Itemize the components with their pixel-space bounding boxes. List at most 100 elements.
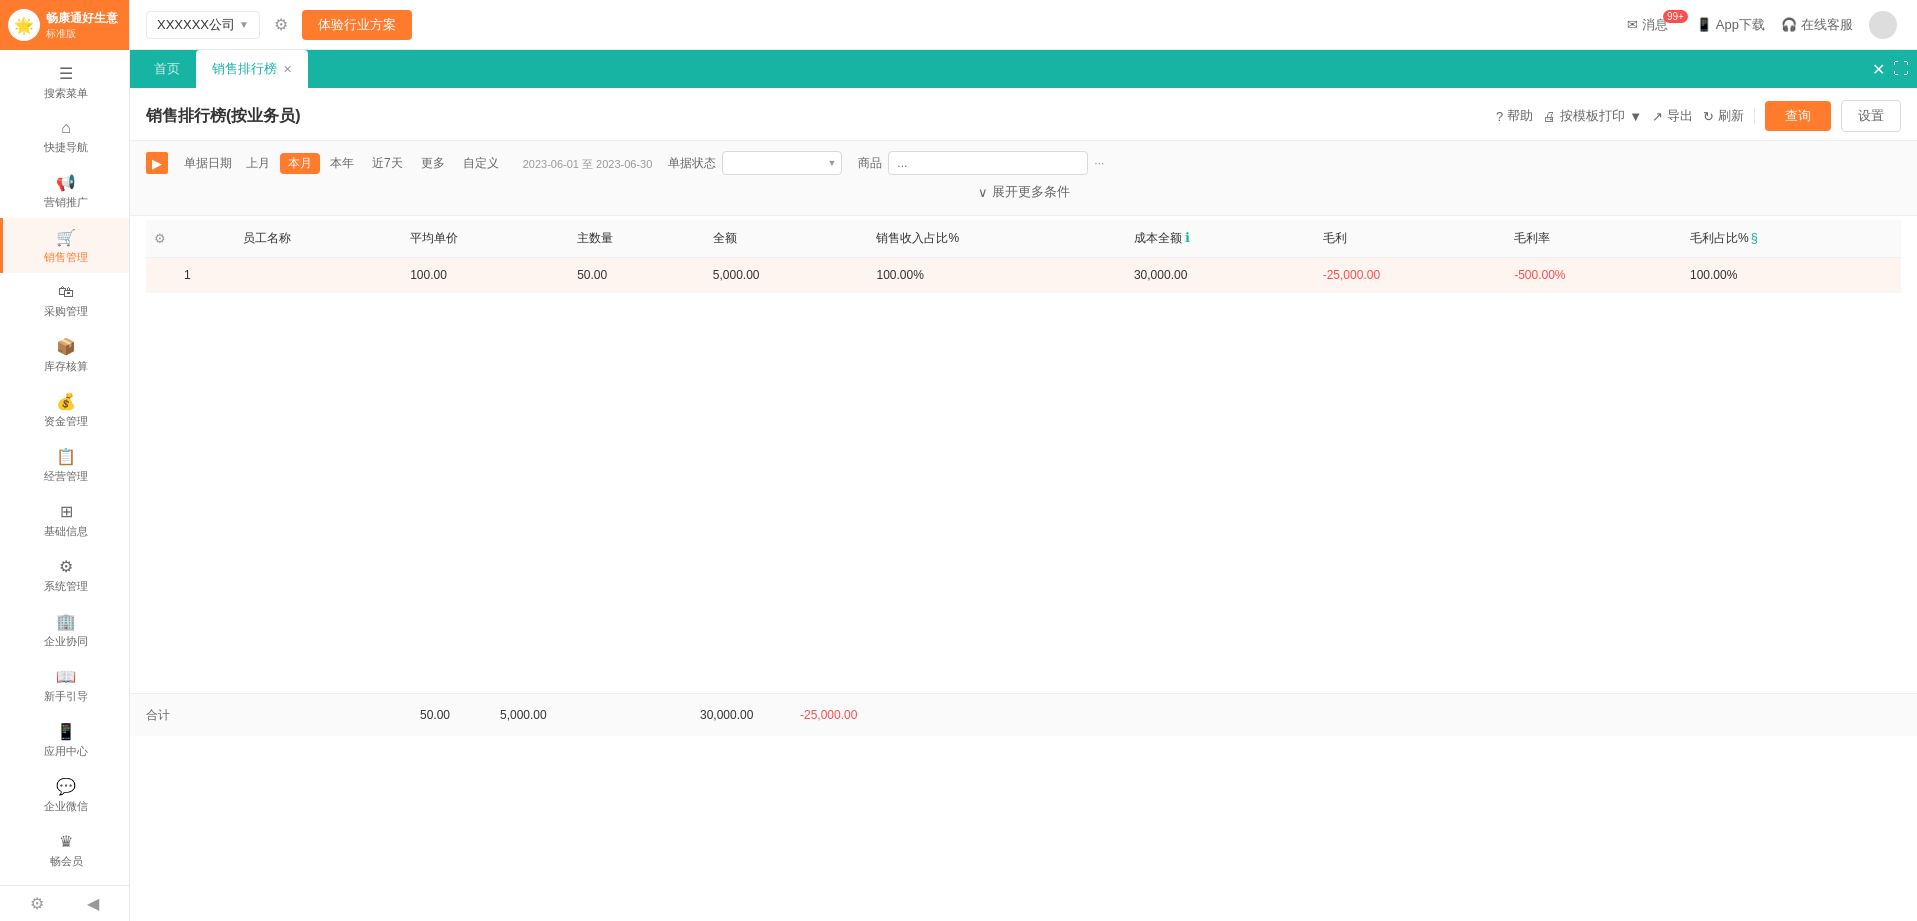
goods-input[interactable] <box>888 151 1088 175</box>
col-amount: 全额 <box>705 220 869 258</box>
sidebar-item-finance[interactable]: 💰 资金管理 <box>0 382 129 437</box>
column-settings-icon[interactable]: ⚙ <box>154 231 166 246</box>
query-button[interactable]: 查询 <box>1765 101 1831 131</box>
tabbar: 首页 销售排行榜 ✕ ✕ ⛶ <box>130 50 1917 88</box>
page-content: 销售排行榜(按业务员) ? 帮助 🖨 按模板打印 ▼ ↗ 导出 <box>130 88 1917 921</box>
basic-info-icon: ⊞ <box>60 502 73 521</box>
col-sales-ratio: 销售收入占比% <box>868 220 1125 258</box>
page-inner: 销售排行榜(按业务员) ? 帮助 🖨 按模板打印 ▼ ↗ 导出 <box>130 88 1917 921</box>
message-icon: ✉ <box>1627 17 1638 32</box>
sidebar-item-wechat[interactable]: 💬 企业微信 <box>0 767 129 822</box>
row-settings <box>146 258 176 293</box>
sidebar-item-inventory[interactable]: 📦 库存核算 <box>0 327 129 382</box>
company-name: XXXXXX公司 <box>157 16 235 34</box>
fullscreen-icon[interactable]: ⛶ <box>1893 60 1909 79</box>
footer-cost: 30,000.00 <box>692 704 792 726</box>
tab-sales-ranking[interactable]: 销售排行榜 ✕ <box>196 50 308 88</box>
content-spacer <box>130 293 1917 693</box>
sidebar-item-marketing[interactable]: 📢 营销推广 <box>0 163 129 218</box>
sidebar-item-operation[interactable]: 📋 经营管理 <box>0 437 129 492</box>
filter-date-group: 单据日期 上月 本月 本年 近7天 更多 自定义 <box>184 153 507 174</box>
message-btn[interactable]: ✉ 消息 99+ <box>1627 16 1680 34</box>
sidebar-item-sales[interactable]: 🛒 销售管理 <box>0 218 129 273</box>
gross-ratio-info-icon[interactable]: § <box>1751 230 1758 245</box>
search-order-icon: ☰ <box>59 64 73 83</box>
avatar <box>1869 11 1897 39</box>
col-gross: 毛利 <box>1315 220 1506 258</box>
date-tab-custom[interactable]: 自定义 <box>455 153 507 174</box>
logo-text: 畅康通好生意 标准版 <box>46 10 118 41</box>
col-employee: 员工名称 <box>235 220 402 258</box>
date-tab-last-month[interactable]: 上月 <box>238 153 278 174</box>
status-select[interactable] <box>722 151 842 175</box>
app-download-btn[interactable]: 📱 App下载 <box>1696 16 1765 34</box>
footer-gross: -25,000.00 <box>792 704 892 726</box>
page-header: 销售排行榜(按业务员) ? 帮助 🖨 按模板打印 ▼ ↗ 导出 <box>130 88 1917 141</box>
sidebar-item-search-order[interactable]: ☰ 搜索菜单 <box>0 54 129 109</box>
close-window-icon[interactable]: ✕ <box>1872 60 1885 79</box>
marketing-icon: 📢 <box>56 173 76 192</box>
goods-label: 商品 <box>858 155 882 172</box>
sidebar-item-guide[interactable]: 📖 新手引导 <box>0 657 129 712</box>
guide-icon: 📖 <box>56 667 76 686</box>
sidebar-item-app-center[interactable]: 📱 应用中心 <box>0 712 129 767</box>
wechat-icon: 💬 <box>56 777 76 796</box>
footer-amount: 5,000.00 <box>492 704 592 726</box>
user-avatar-btn[interactable] <box>1869 11 1901 39</box>
date-tab-this-year[interactable]: 本年 <box>322 153 362 174</box>
tab-close-icon[interactable]: ✕ <box>283 63 292 76</box>
filter-toggle[interactable]: ▶ <box>146 152 168 174</box>
date-tab-more[interactable]: 更多 <box>413 153 453 174</box>
print-button[interactable]: 🖨 按模板打印 ▼ <box>1543 107 1642 125</box>
main-content: XXXXXX公司 ▼ ⚙ 体验行业方案 ✉ 消息 99+ 📱 App下载 🎧 在… <box>130 0 1917 921</box>
row-quantity: 50.00 <box>569 258 705 293</box>
sales-ranking-tab-label: 销售排行榜 <box>212 60 277 78</box>
topbar-right: ✉ 消息 99+ 📱 App下载 🎧 在线客服 <box>1627 11 1901 39</box>
row-sales-ratio: 100.00% <box>868 258 1125 293</box>
sidebar-item-system[interactable]: ⚙ 系统管理 <box>0 547 129 602</box>
sidebar-item-member[interactable]: ♛ 畅会员 <box>0 822 129 877</box>
expand-conditions-row[interactable]: ∨ 展开更多条件 <box>146 179 1901 205</box>
col-avg-price: 平均单价 <box>402 220 569 258</box>
trial-button[interactable]: 体验行业方案 <box>302 10 412 40</box>
date-tab-this-month[interactable]: 本月 <box>280 153 320 174</box>
status-select-wrapper <box>722 151 842 175</box>
filter-area: ▶ 单据日期 上月 本月 本年 近7天 更多 自定义 <box>130 141 1917 216</box>
company-select[interactable]: XXXXXX公司 ▼ <box>146 11 260 39</box>
app-download-icon: 📱 <box>1696 17 1712 32</box>
cost-info-icon[interactable]: ℹ <box>1185 230 1190 245</box>
row-amount: 5,000.00 <box>705 258 869 293</box>
inventory-icon: 📦 <box>56 337 76 356</box>
sidebar-item-basic-info[interactable]: ⊞ 基础信息 <box>0 492 129 547</box>
expand-label: 展开更多条件 <box>992 183 1070 201</box>
tab-actions: ✕ ⛶ <box>1872 60 1909 79</box>
action-divider <box>1754 108 1755 124</box>
date-tab-7days[interactable]: 近7天 <box>364 153 411 174</box>
status-label: 单据状态 <box>668 155 716 172</box>
row-gross-ratio: 100.00% <box>1682 258 1901 293</box>
export-button[interactable]: ↗ 导出 <box>1652 107 1693 125</box>
date-label: 单据日期 <box>184 155 232 172</box>
online-support-btn[interactable]: 🎧 在线客服 <box>1781 16 1853 34</box>
col-gross-rate: 毛利率 <box>1506 220 1682 258</box>
sidebar-settings-btn[interactable]: ⚙ <box>30 894 44 913</box>
logo-name: 畅康通好生意 <box>46 10 118 27</box>
export-icon: ↗ <box>1652 109 1663 124</box>
settings-button[interactable]: 设置 <box>1841 100 1901 132</box>
online-support-label: 在线客服 <box>1801 16 1853 34</box>
more-options-btn[interactable]: ··· <box>1094 156 1104 170</box>
col-quantity: 主数量 <box>569 220 705 258</box>
company-dropdown-icon: ▼ <box>239 19 249 30</box>
col-rank <box>176 220 235 258</box>
sidebar-logo: 🌟 畅康通好生意 标准版 <box>0 0 129 50</box>
help-button[interactable]: ? 帮助 <box>1496 107 1533 125</box>
sidebar-item-purchase[interactable]: 🛍 采购管理 <box>0 273 129 327</box>
sidebar-collapse-btn[interactable]: ◀ <box>87 894 99 913</box>
refresh-button[interactable]: ↻ 刷新 <box>1703 107 1744 125</box>
tab-home[interactable]: 首页 <box>138 50 196 88</box>
sidebar-item-quick-nav[interactable]: ⌂ 快捷导航 <box>0 109 129 163</box>
footer-quantity: 50.00 <box>412 704 492 726</box>
message-badge: 99+ <box>1663 10 1688 23</box>
sidebar-item-enterprise[interactable]: 🏢 企业协同 <box>0 602 129 657</box>
topbar-settings-icon[interactable]: ⚙ <box>270 11 292 38</box>
